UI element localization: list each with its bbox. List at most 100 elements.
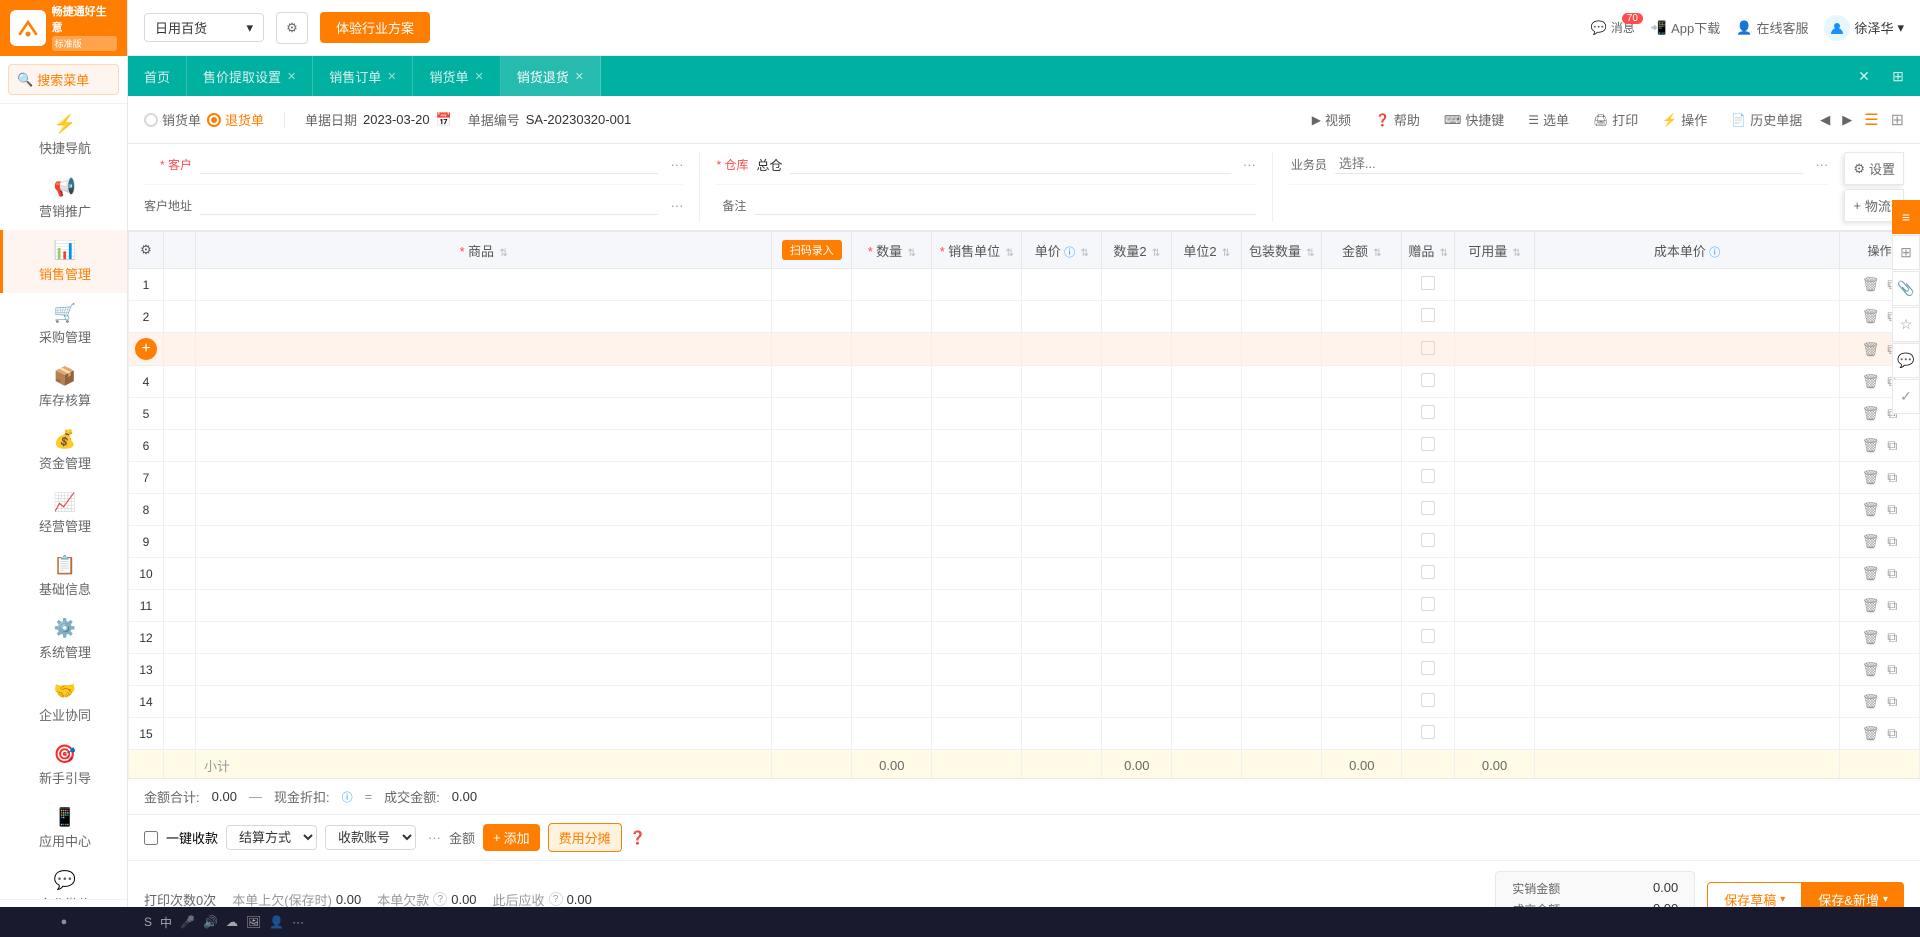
pack-qty-cell[interactable]: [1242, 590, 1322, 622]
unit2-cell[interactable]: [1172, 269, 1242, 301]
account-more-button[interactable]: ···: [428, 830, 441, 845]
float-btn-1[interactable]: ≡: [1892, 200, 1920, 234]
float-btn-4[interactable]: ☆: [1892, 307, 1920, 342]
qty2-cell[interactable]: [1102, 526, 1172, 558]
qty2-cell[interactable]: [1102, 590, 1172, 622]
gift-cell[interactable]: [1402, 654, 1455, 686]
unit-cell[interactable]: [932, 333, 1022, 366]
copy-row-icon[interactable]: ⧉: [1887, 725, 1897, 741]
add-payment-button[interactable]: + 添加: [483, 824, 540, 851]
list-view-icon[interactable]: ☰: [1864, 110, 1878, 130]
customer-service-button[interactable]: 👤 在线客服: [1736, 18, 1808, 37]
gift-checkbox[interactable]: [1421, 341, 1435, 355]
price-cell[interactable]: [1022, 430, 1102, 462]
amount-cell[interactable]: [1322, 301, 1402, 333]
amount-cell[interactable]: [1322, 333, 1402, 366]
gift-cell[interactable]: [1402, 686, 1455, 718]
copy-row-icon[interactable]: ⧉: [1887, 629, 1897, 645]
gift-cell[interactable]: [1402, 333, 1455, 366]
delete-row-icon[interactable]: 🗑: [1862, 308, 1880, 324]
qty2-cell[interactable]: [1102, 718, 1172, 750]
sidebar-item-operations[interactable]: 📈 经营管理: [0, 482, 127, 545]
pack-qty-cell[interactable]: [1242, 718, 1322, 750]
shortcut-button[interactable]: ⌨ 快捷键: [1438, 106, 1510, 133]
float-btn-5[interactable]: 💬: [1892, 343, 1920, 378]
gift-checkbox[interactable]: [1421, 373, 1435, 387]
qty-cell[interactable]: [852, 686, 932, 718]
unit2-cell[interactable]: [1172, 494, 1242, 526]
qty2-cell[interactable]: [1102, 686, 1172, 718]
taskbar-person-icon[interactable]: 👤: [269, 915, 284, 929]
delete-row-icon[interactable]: 🗑: [1862, 629, 1880, 645]
sidebar-item-sales[interactable]: 📊 销售管理: [0, 230, 127, 293]
float-btn-3[interactable]: 📎: [1892, 271, 1920, 306]
copy-row-icon[interactable]: ⧉: [1887, 597, 1897, 613]
qty-cell[interactable]: [852, 366, 932, 398]
gift-checkbox[interactable]: [1421, 437, 1435, 451]
gift-sort-icon[interactable]: ⇅: [1440, 248, 1448, 259]
delete-row-icon[interactable]: 🗑: [1862, 405, 1880, 421]
taskbar-speaker-icon[interactable]: 🔊: [203, 915, 218, 929]
avail-sort-icon[interactable]: ⇅: [1513, 248, 1521, 259]
search-menu-button[interactable]: 🔍 搜索菜单: [8, 64, 119, 95]
gift-checkbox[interactable]: [1421, 308, 1435, 322]
add-row-button[interactable]: +: [135, 338, 157, 360]
customer-more-button[interactable]: ···: [670, 157, 683, 172]
amount-sort-icon[interactable]: ⇅: [1373, 248, 1381, 259]
delete-row-icon[interactable]: 🗑: [1862, 597, 1880, 613]
gift-checkbox[interactable]: [1421, 276, 1435, 290]
sidebar-item-inventory[interactable]: 📦 库存核算: [0, 356, 127, 419]
copy-row-icon[interactable]: ⧉: [1887, 693, 1897, 709]
float-btn-6[interactable]: ✓: [1892, 379, 1920, 414]
gift-cell[interactable]: [1402, 430, 1455, 462]
price-cell[interactable]: [1022, 366, 1102, 398]
sidebar-item-wechat[interactable]: 💬 企业微信: [0, 860, 127, 899]
unit2-cell[interactable]: [1172, 686, 1242, 718]
qty-cell[interactable]: [852, 654, 932, 686]
unit-cell[interactable]: [932, 590, 1022, 622]
qty-cell[interactable]: [852, 398, 932, 430]
unit2-cell[interactable]: [1172, 462, 1242, 494]
price-cell[interactable]: [1022, 686, 1102, 718]
unit2-cell[interactable]: [1172, 301, 1242, 333]
copy-row-icon[interactable]: ⧉: [1887, 501, 1897, 517]
goods-cell[interactable]: [196, 718, 772, 750]
app-download-button[interactable]: 📲 App下载: [1651, 18, 1720, 37]
tab-home[interactable]: 首页: [128, 56, 187, 96]
amount-cell[interactable]: [1322, 622, 1402, 654]
gift-cell[interactable]: [1402, 590, 1455, 622]
scan-button[interactable]: 扫码录入: [782, 240, 842, 260]
goods-cell[interactable]: [196, 301, 772, 333]
delete-row-icon[interactable]: 🗑: [1862, 276, 1880, 292]
goods-cell[interactable]: [196, 366, 772, 398]
taskbar-mic-icon[interactable]: 🎤: [180, 915, 195, 929]
goods-cell[interactable]: [196, 654, 772, 686]
qty-cell[interactable]: [852, 494, 932, 526]
unit-cell[interactable]: [932, 462, 1022, 494]
tab-sales-bill-close[interactable]: ✕: [475, 70, 484, 83]
help-button[interactable]: ❓ 帮助: [1369, 106, 1426, 133]
amount-cell[interactable]: [1322, 686, 1402, 718]
taskbar-more-icon[interactable]: ···: [292, 915, 304, 929]
copy-row-icon[interactable]: ⧉: [1887, 565, 1897, 581]
unit-cell[interactable]: [932, 269, 1022, 301]
debt-info-circle[interactable]: ?: [433, 892, 447, 906]
gift-checkbox[interactable]: [1421, 405, 1435, 419]
unit-cell[interactable]: [932, 398, 1022, 430]
copy-row-icon[interactable]: ⧉: [1887, 469, 1897, 485]
price-cell[interactable]: [1022, 526, 1102, 558]
gift-cell[interactable]: [1402, 622, 1455, 654]
price-cell[interactable]: [1022, 558, 1102, 590]
qty2-cell[interactable]: [1102, 654, 1172, 686]
qty-cell[interactable]: [852, 526, 932, 558]
pack-qty-cell[interactable]: [1242, 526, 1322, 558]
gift-checkbox[interactable]: [1421, 725, 1435, 739]
unit-cell[interactable]: [932, 430, 1022, 462]
delete-row-icon[interactable]: 🗑: [1862, 693, 1880, 709]
unit2-cell[interactable]: [1172, 718, 1242, 750]
qty2-cell[interactable]: [1102, 366, 1172, 398]
pack-qty-cell[interactable]: [1242, 366, 1322, 398]
qty-cell[interactable]: [852, 301, 932, 333]
pack-qty-cell[interactable]: [1242, 430, 1322, 462]
unit2-cell[interactable]: [1172, 590, 1242, 622]
